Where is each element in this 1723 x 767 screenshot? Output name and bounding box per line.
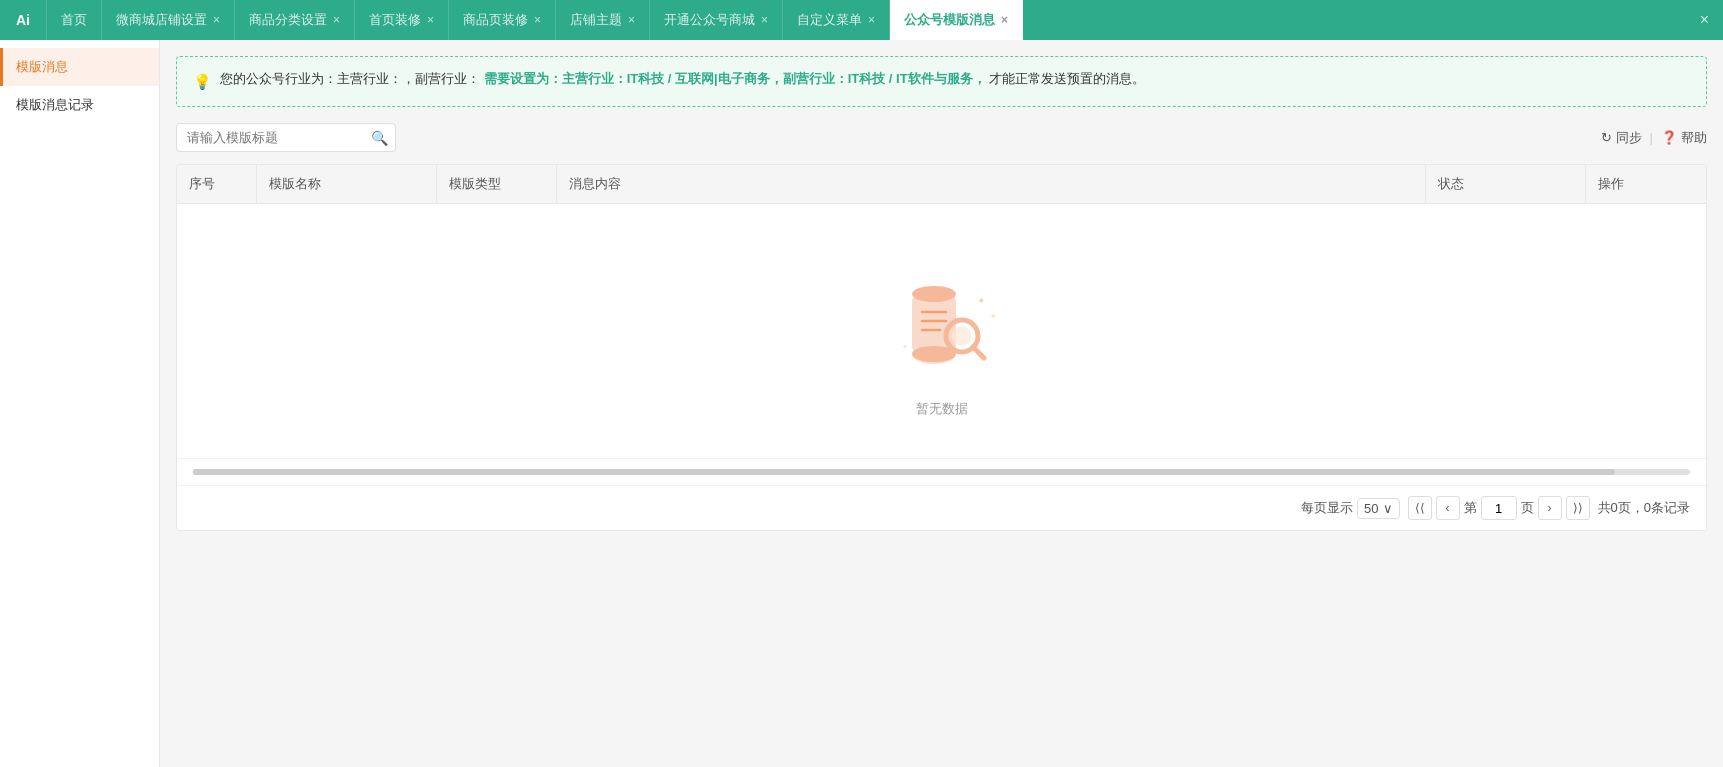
tab-home[interactable]: Ai: [0, 0, 47, 40]
horizontal-scrollbar[interactable]: [177, 458, 1706, 485]
search-button[interactable]: 🔍: [371, 130, 388, 146]
col-status: 状态: [1426, 165, 1586, 203]
tab-shop-settings-label: 微商城店铺设置: [116, 11, 207, 29]
scrollbar-track[interactable]: [193, 469, 1690, 475]
svg-text:✦: ✦: [902, 343, 908, 350]
tab-custom-menu[interactable]: 自定义菜单 ×: [783, 0, 890, 40]
tab-product-decor-close[interactable]: ×: [534, 13, 541, 27]
sync-icon: ↻: [1601, 130, 1612, 145]
empty-illustration: ✦ ✦ ✦: [882, 264, 1002, 384]
page-first-button[interactable]: ⟨⟨: [1408, 496, 1432, 520]
pagination: 每页显示 50 ∨ ⟨⟨ ‹ 第 页 › ⟩⟩ 共0页，0条记录: [177, 485, 1706, 530]
tab-product-decor[interactable]: 商品页装修 ×: [449, 0, 556, 40]
tab-open-mall[interactable]: 开通公众号商城 ×: [650, 0, 783, 40]
tab-shop-theme-close[interactable]: ×: [628, 13, 635, 27]
search-input[interactable]: [176, 123, 396, 152]
col-type: 模版类型: [437, 165, 557, 203]
sidebar: 模版消息 模版消息记录: [0, 40, 160, 767]
tab-home-decor-label: 首页装修: [369, 11, 421, 29]
tab-shop-theme-label: 店铺主题: [570, 11, 622, 29]
empty-state: ✦ ✦ ✦ 暂无数据: [177, 204, 1706, 458]
sync-label: 同步: [1616, 129, 1642, 147]
tab-category-settings-close[interactable]: ×: [333, 13, 340, 27]
scrollbar-thumb[interactable]: [193, 469, 1615, 475]
search-wrap: 🔍: [176, 123, 396, 152]
page-size-label: 每页显示: [1301, 499, 1353, 517]
tab-custom-menu-close[interactable]: ×: [868, 13, 875, 27]
data-table: 序号 模版名称 模版类型 消息内容 状态 操作: [176, 164, 1707, 531]
page-last-button[interactable]: ⟩⟩: [1566, 496, 1590, 520]
page-unit: 页: [1521, 499, 1534, 517]
col-content: 消息内容: [557, 165, 1426, 203]
tab-bar: Ai 首页 微商城店铺设置 × 商品分类设置 × 首页装修 × 商品页装修 × …: [0, 0, 1723, 40]
content-area: 💡 您的公众号行业为：主营行业：，副营行业： 需要设置为：主营行业：IT科技 /…: [160, 40, 1723, 767]
col-action: 操作: [1586, 165, 1706, 203]
col-name: 模版名称: [257, 165, 437, 203]
page-number-input[interactable]: [1481, 496, 1517, 520]
page-prev-button[interactable]: ‹: [1436, 496, 1460, 520]
bulb-icon: 💡: [193, 70, 212, 94]
page-size-value: 50: [1364, 501, 1378, 516]
page-total: 共0页，0条记录: [1598, 499, 1690, 517]
tab-template-msg-close[interactable]: ×: [1001, 13, 1008, 27]
tab-template-msg[interactable]: 公众号模版消息 ×: [890, 0, 1023, 40]
sidebar-item-template-message-record[interactable]: 模版消息记录: [0, 86, 159, 124]
sync-button[interactable]: ↻ 同步: [1601, 129, 1642, 147]
tab-shop-settings-close[interactable]: ×: [213, 13, 220, 27]
global-close-button[interactable]: ×: [1686, 11, 1723, 29]
tab-open-mall-close[interactable]: ×: [761, 13, 768, 27]
notice-prefix: 您的公众号行业为：主营行业：，副营行业：: [220, 71, 480, 86]
svg-point-2: [912, 286, 956, 302]
tab-open-mall-label: 开通公众号商城: [664, 11, 755, 29]
tab-category-settings[interactable]: 商品分类设置 ×: [235, 0, 355, 40]
notice-bar: 💡 您的公众号行业为：主营行业：，副营行业： 需要设置为：主营行业：IT科技 /…: [176, 56, 1707, 107]
svg-text:✦: ✦: [977, 295, 985, 306]
svg-point-8: [952, 326, 972, 346]
toolbar-right: ↻ 同步 | ❓ 帮助: [1601, 129, 1707, 147]
tab-shop-theme[interactable]: 店铺主题 ×: [556, 0, 650, 40]
svg-line-9: [973, 347, 984, 358]
tab-home-decor-close[interactable]: ×: [427, 13, 434, 27]
tab-template-msg-label: 公众号模版消息: [904, 11, 995, 29]
col-index: 序号: [177, 165, 257, 203]
tab-product-decor-label: 商品页装修: [463, 11, 528, 29]
page-size-dropdown[interactable]: 50 ∨: [1357, 498, 1399, 519]
tab-shop-settings[interactable]: 微商城店铺设置 ×: [102, 0, 235, 40]
help-button[interactable]: ❓ 帮助: [1661, 129, 1707, 147]
sidebar-item-template-message-label: 模版消息: [16, 59, 68, 74]
page-prefix: 第: [1464, 499, 1477, 517]
tab-category-settings-label: 商品分类设置: [249, 11, 327, 29]
table-header: 序号 模版名称 模版类型 消息内容 状态 操作: [177, 165, 1706, 204]
notice-text: 您的公众号行业为：主营行业：，副营行业： 需要设置为：主营行业：IT科技 / 互…: [220, 69, 1145, 90]
page-next-button[interactable]: ›: [1538, 496, 1562, 520]
tab-home-label: 首页: [61, 11, 87, 29]
search-toolbar: 🔍 ↻ 同步 | ❓ 帮助: [176, 123, 1707, 152]
notice-highlight: 需要设置为：主营行业：IT科技 / 互联网|电子商务，副营行业：IT科技 / I…: [484, 71, 986, 86]
sidebar-item-template-message[interactable]: 模版消息: [0, 48, 159, 86]
svg-text:✦: ✦: [990, 312, 997, 321]
page-navigation: ⟨⟨ ‹ 第 页 › ⟩⟩: [1408, 496, 1590, 520]
notice-suffix: 才能正常发送预置的消息。: [989, 71, 1145, 86]
help-label: 帮助: [1681, 129, 1707, 147]
help-circle-icon: ❓: [1661, 130, 1677, 145]
global-close-icon: ×: [1700, 11, 1709, 28]
empty-text: 暂无数据: [916, 400, 968, 418]
toolbar-divider: |: [1650, 130, 1653, 145]
main-layout: 模版消息 模版消息记录 💡 您的公众号行业为：主营行业：，副营行业： 需要设置为…: [0, 40, 1723, 767]
tab-home-page[interactable]: 首页: [47, 0, 102, 40]
page-size-select-wrap: 每页显示 50 ∨: [1301, 498, 1399, 519]
app-logo: Ai: [16, 12, 30, 28]
tab-home-decor[interactable]: 首页装修 ×: [355, 0, 449, 40]
dropdown-arrow-icon: ∨: [1383, 501, 1393, 516]
sidebar-item-template-message-record-label: 模版消息记录: [16, 97, 94, 112]
tab-custom-menu-label: 自定义菜单: [797, 11, 862, 29]
